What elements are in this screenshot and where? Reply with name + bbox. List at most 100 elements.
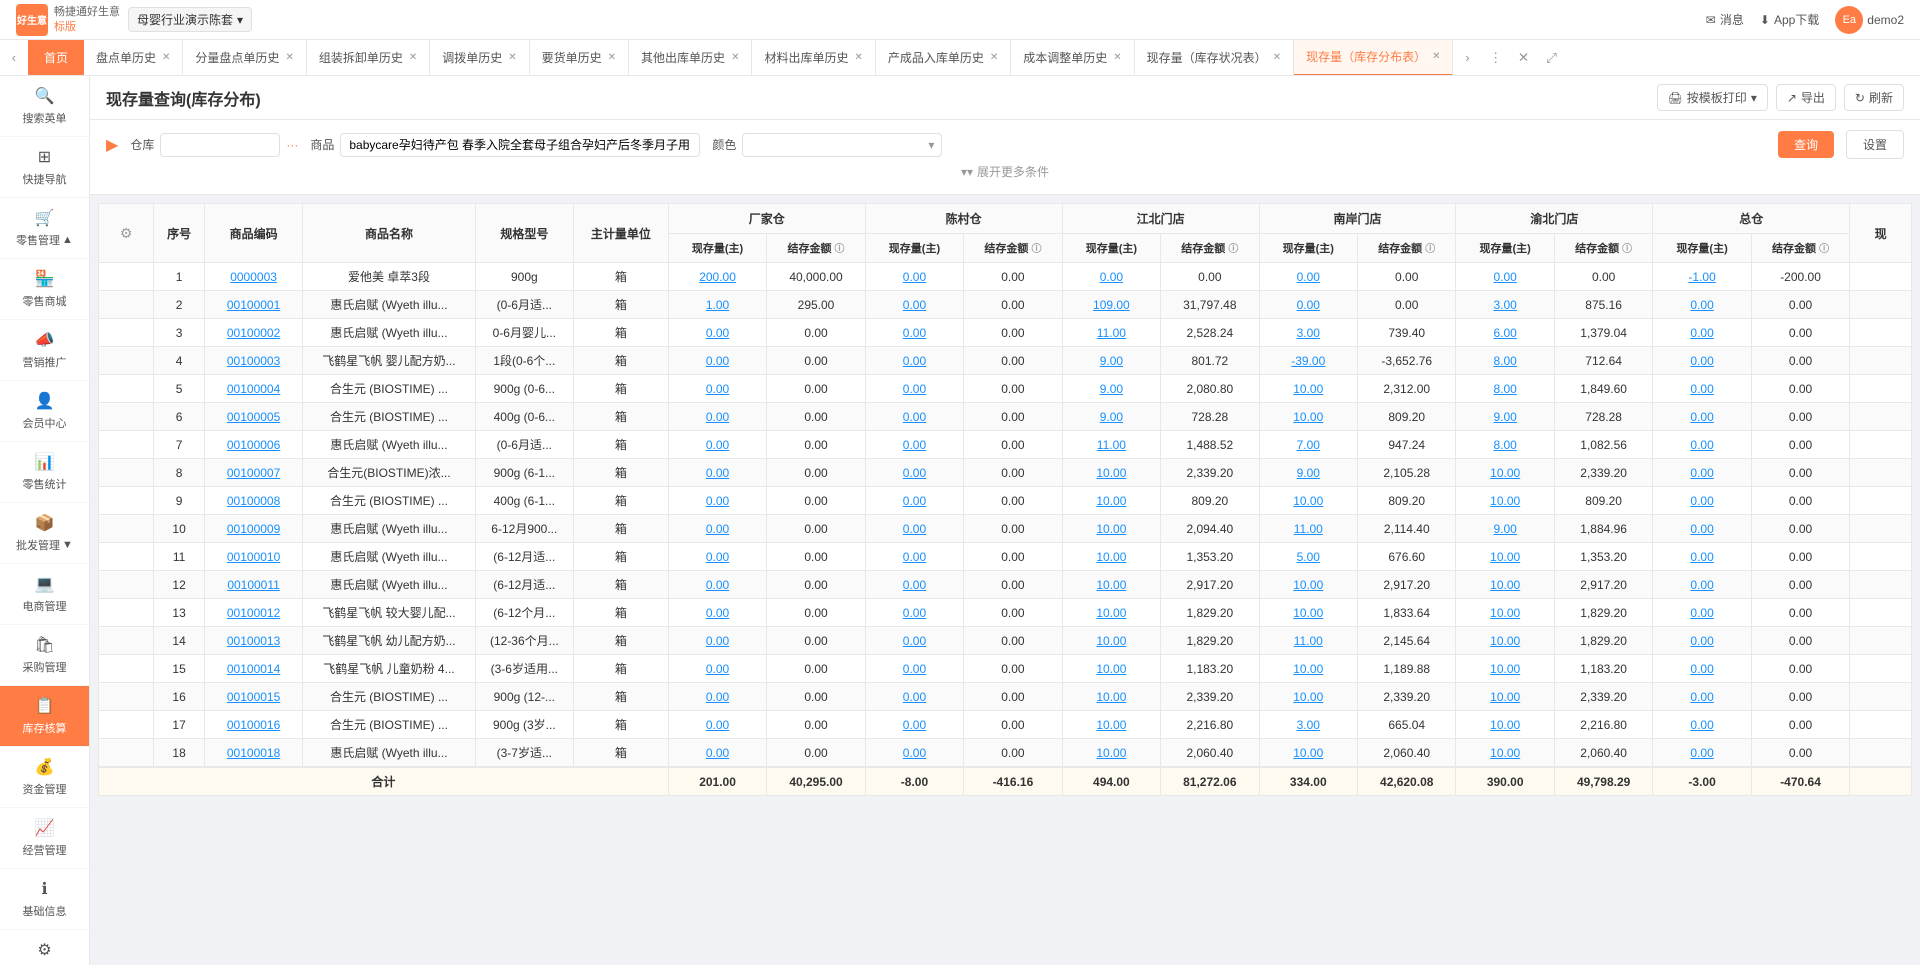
- code-link[interactable]: 00100013: [227, 634, 280, 648]
- tab-close-material-out[interactable]: ✕: [854, 52, 862, 63]
- sidebar-item-retail-stats[interactable]: 📊 零售统计: [0, 442, 89, 503]
- tab-stock-dist[interactable]: 现存量（库存分布表） ✕: [1294, 40, 1453, 76]
- tab-close-transfer[interactable]: ✕: [508, 52, 516, 63]
- nanan-amt-info-icon[interactable]: ⓘ: [1425, 244, 1435, 255]
- code-link[interactable]: 00100015: [227, 690, 280, 704]
- code-link[interactable]: 00100008: [227, 494, 280, 508]
- code-link[interactable]: 00100018: [227, 746, 280, 760]
- cell-jiangbei-qty: 9.00: [1062, 375, 1160, 403]
- cell-total-qty: 0.00: [1653, 627, 1751, 655]
- code-link[interactable]: 00100012: [227, 606, 280, 620]
- sidebar-item-retail-store[interactable]: 🏪 零售商城: [0, 259, 89, 320]
- cell-yubeimen-qty: 10.00: [1456, 599, 1554, 627]
- tab-close-current-stock[interactable]: ✕: [1273, 52, 1281, 63]
- export-btn[interactable]: ↗ 导出: [1776, 84, 1836, 111]
- code-link[interactable]: 00100001: [227, 298, 280, 312]
- tab-close-stock-dist[interactable]: ✕: [1432, 51, 1440, 62]
- chenlu-amt-info-icon[interactable]: ⓘ: [1031, 244, 1041, 255]
- column-settings-btn[interactable]: ⚙: [112, 219, 140, 247]
- sidebar-item-member-center[interactable]: 👤 会员中心: [0, 381, 89, 442]
- cell-yubeimen-amt: 1,829.20: [1554, 627, 1652, 655]
- cell-settings: [99, 543, 154, 571]
- yubeimen-amt-info-icon[interactable]: ⓘ: [1622, 244, 1632, 255]
- cell-current: [1850, 683, 1912, 711]
- code-link[interactable]: 00100009: [227, 522, 280, 536]
- tab-other-out[interactable]: 其他出库单历史 ✕: [629, 40, 752, 76]
- sidebar-item-search[interactable]: 🔍 搜索英单: [0, 76, 89, 137]
- tab-split-count[interactable]: 分量盘点单历史 ✕: [183, 40, 306, 76]
- tab-current-stock[interactable]: 现存量（库存状况表） ✕: [1135, 40, 1294, 76]
- tab-more[interactable]: ⋮: [1481, 40, 1509, 76]
- tab-purchase[interactable]: 要货单历史 ✕: [530, 40, 629, 76]
- refresh-btn[interactable]: ↻ 刷新: [1844, 84, 1904, 111]
- tab-cost-adjust[interactable]: 成本调整单历史 ✕: [1011, 40, 1134, 76]
- settings-query-btn[interactable]: 设置: [1846, 130, 1904, 159]
- print-dropdown-icon: ▾: [1751, 91, 1757, 105]
- sidebar-item-ecommerce[interactable]: 💻 电商管理: [0, 564, 89, 625]
- tab-close-cost-adjust[interactable]: ✕: [1113, 52, 1121, 63]
- sidebar-item-basic-info[interactable]: ℹ 基础信息: [0, 869, 89, 930]
- sidebar-item-wholesale[interactable]: 📦 批发管理 ▼: [0, 503, 89, 564]
- tab-scroll-left[interactable]: ‹: [0, 40, 28, 76]
- th-settings[interactable]: ⚙: [99, 204, 154, 263]
- tab-close-other-out[interactable]: ✕: [731, 52, 739, 63]
- sidebar-item-inventory[interactable]: 📋 库存核算: [0, 686, 89, 747]
- cell-num: 5: [154, 375, 204, 403]
- tab-close-assembly[interactable]: ✕: [409, 52, 417, 63]
- tab-close-product-in[interactable]: ✕: [990, 52, 998, 63]
- tab-close-purchase[interactable]: ✕: [608, 52, 616, 63]
- cell-current: [1850, 375, 1912, 403]
- code-link[interactable]: 00100007: [227, 466, 280, 480]
- print-btn[interactable]: 🖨 按模板打印 ▾: [1657, 84, 1768, 111]
- app-download-btn[interactable]: ⬇ App下载: [1760, 11, 1819, 28]
- tab-home[interactable]: 首页: [28, 40, 84, 76]
- filter-collapse-btn[interactable]: ▶: [106, 135, 118, 155]
- tab-close-split[interactable]: ✕: [285, 52, 293, 63]
- code-link[interactable]: 00100004: [227, 382, 280, 396]
- tab-material-out[interactable]: 材料出库单历史 ✕: [752, 40, 875, 76]
- cell-total-amt: 0.00: [1751, 291, 1849, 319]
- sidebar-item-finance[interactable]: 💰 资金管理: [0, 747, 89, 808]
- code-link[interactable]: 00100016: [227, 718, 280, 732]
- sidebar-item-sys-mgmt[interactable]: ⚙ 系统管理: [0, 930, 89, 965]
- code-link[interactable]: 00100003: [227, 354, 280, 368]
- sidebar-item-retail-mgmt[interactable]: 🛒 零售管理 ▲: [0, 198, 89, 259]
- cell-unit: 箱: [574, 515, 669, 543]
- code-link[interactable]: 00100005: [227, 410, 280, 424]
- message-btn[interactable]: ✉ 消息: [1706, 11, 1744, 28]
- sidebar-item-operations[interactable]: 📈 经营管理: [0, 808, 89, 869]
- jiangbei-amt-info-icon[interactable]: ⓘ: [1228, 244, 1238, 255]
- user-profile[interactable]: Ea demo2: [1835, 6, 1904, 34]
- cell-code: 00100005: [204, 403, 302, 431]
- tab-inventory-count[interactable]: 盘点单历史 ✕: [84, 40, 183, 76]
- code-link[interactable]: 00100006: [227, 438, 280, 452]
- code-link[interactable]: 00100011: [227, 578, 280, 592]
- sidebar-item-quick-nav[interactable]: ⊞ 快捷导航: [0, 137, 89, 198]
- table-container[interactable]: ⚙ 序号 商品编码 商品名称 规格型号 主计量单位 厂家仓 陈村仓 江北门店 南…: [90, 195, 1920, 965]
- sidebar-item-purchase[interactable]: 🛍 采购管理: [0, 625, 89, 686]
- info-icon: ℹ: [41, 879, 47, 899]
- goods-input[interactable]: [340, 133, 700, 157]
- cell-total-qty: 0.00: [1653, 711, 1751, 739]
- query-btn[interactable]: 查询: [1778, 131, 1834, 158]
- industry-selector[interactable]: 母婴行业演示陈套 ▾: [128, 7, 252, 32]
- tab-scroll-right[interactable]: ›: [1453, 40, 1481, 76]
- tab-transfer[interactable]: 调拨单历史 ✕: [430, 40, 529, 76]
- factory-amt-info-icon[interactable]: ⓘ: [835, 244, 845, 255]
- tab-product-in[interactable]: 产成品入库单历史 ✕: [876, 40, 1011, 76]
- cell-yubeimen-qty: 10.00: [1456, 459, 1554, 487]
- total-amt-info-icon[interactable]: ⓘ: [1819, 244, 1829, 255]
- tab-assembly[interactable]: 组装拆卸单历史 ✕: [307, 40, 430, 76]
- cell-yubeimen-qty: 3.00: [1456, 291, 1554, 319]
- code-link[interactable]: 0000003: [230, 270, 277, 284]
- code-link[interactable]: 00100002: [227, 326, 280, 340]
- code-link[interactable]: 00100010: [227, 550, 280, 564]
- sidebar-item-marketing[interactable]: 📣 营销推广: [0, 320, 89, 381]
- tab-close-inventory-count[interactable]: ✕: [162, 52, 170, 63]
- code-link[interactable]: 00100014: [227, 662, 280, 676]
- tab-expand[interactable]: ⤢: [1537, 40, 1565, 76]
- tab-close-all[interactable]: ✕: [1509, 40, 1537, 76]
- color-input[interactable]: [742, 133, 942, 157]
- warehouse-input[interactable]: [160, 133, 280, 157]
- expand-more-btn[interactable]: ▾▾ 展开更多条件: [961, 163, 1049, 180]
